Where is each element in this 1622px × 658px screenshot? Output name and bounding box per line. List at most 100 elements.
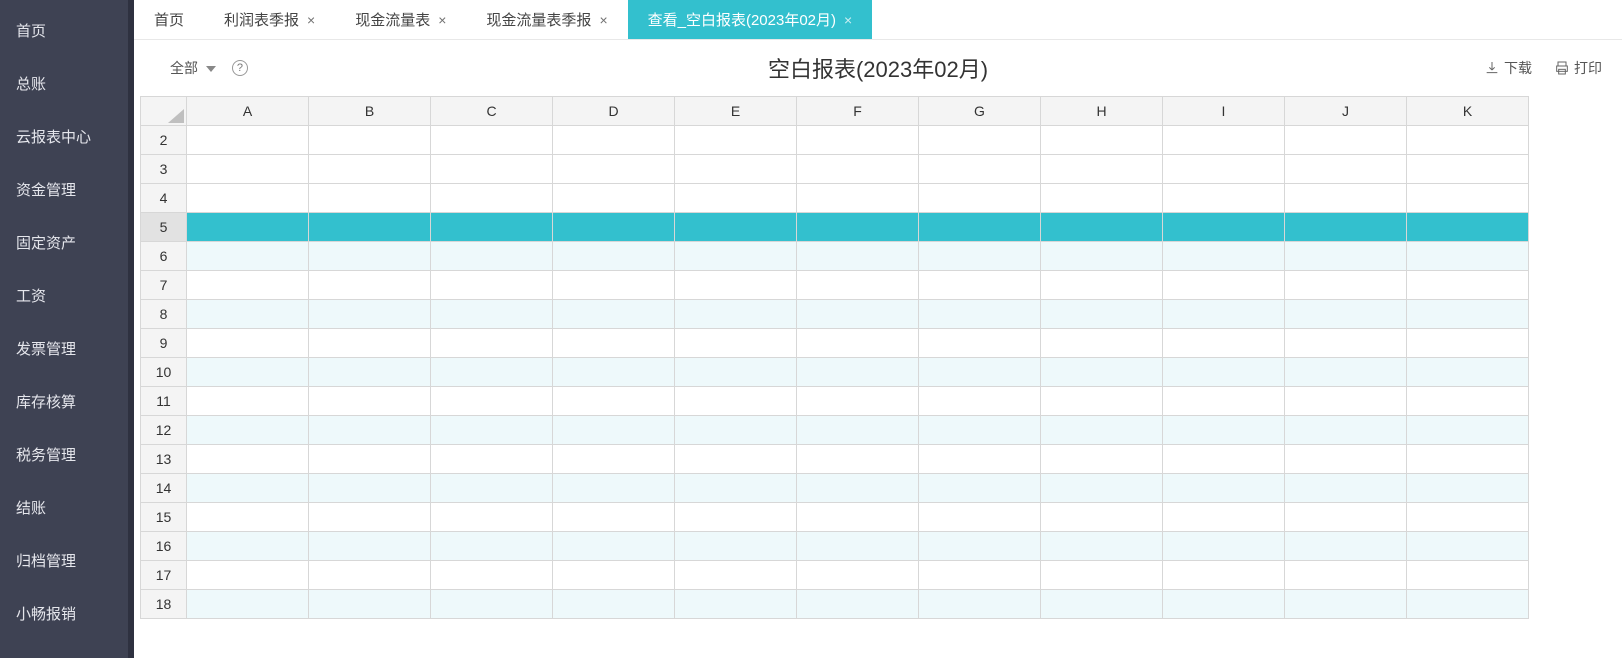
cell[interactable] bbox=[919, 532, 1041, 561]
row-header[interactable]: 17 bbox=[141, 561, 187, 590]
row-header[interactable]: 4 bbox=[141, 184, 187, 213]
cell[interactable] bbox=[309, 358, 431, 387]
cell[interactable] bbox=[309, 184, 431, 213]
cell[interactable] bbox=[431, 416, 553, 445]
cell[interactable] bbox=[187, 126, 309, 155]
cell[interactable] bbox=[309, 329, 431, 358]
cell[interactable] bbox=[797, 242, 919, 271]
cell[interactable] bbox=[1407, 503, 1529, 532]
column-header[interactable]: C bbox=[431, 97, 553, 126]
cell[interactable] bbox=[1285, 590, 1407, 619]
cell[interactable] bbox=[187, 474, 309, 503]
cell[interactable] bbox=[187, 242, 309, 271]
cell[interactable] bbox=[431, 590, 553, 619]
cell[interactable] bbox=[797, 213, 919, 242]
cell[interactable] bbox=[675, 358, 797, 387]
cell[interactable] bbox=[797, 387, 919, 416]
cell[interactable] bbox=[1163, 590, 1285, 619]
row-header[interactable]: 12 bbox=[141, 416, 187, 445]
row-header[interactable]: 9 bbox=[141, 329, 187, 358]
cell[interactable] bbox=[1407, 126, 1529, 155]
cell[interactable] bbox=[919, 213, 1041, 242]
cell[interactable] bbox=[675, 242, 797, 271]
cell[interactable] bbox=[553, 532, 675, 561]
cell[interactable] bbox=[431, 474, 553, 503]
cell[interactable] bbox=[431, 561, 553, 590]
cell[interactable] bbox=[1163, 184, 1285, 213]
sheet-corner[interactable] bbox=[141, 97, 187, 126]
cell[interactable] bbox=[675, 329, 797, 358]
cell[interactable] bbox=[1285, 358, 1407, 387]
cell[interactable] bbox=[431, 184, 553, 213]
cell[interactable] bbox=[919, 416, 1041, 445]
cell[interactable] bbox=[187, 155, 309, 184]
cell[interactable] bbox=[309, 271, 431, 300]
cell[interactable] bbox=[1163, 474, 1285, 503]
cell[interactable] bbox=[919, 387, 1041, 416]
cell[interactable] bbox=[553, 387, 675, 416]
tab-cashflow[interactable]: 现金流量表 × bbox=[335, 0, 466, 39]
cell[interactable] bbox=[1285, 155, 1407, 184]
cell[interactable] bbox=[1041, 329, 1163, 358]
cell[interactable] bbox=[1163, 532, 1285, 561]
cell[interactable] bbox=[919, 474, 1041, 503]
cell[interactable] bbox=[675, 300, 797, 329]
tab-profit-quarterly[interactable]: 利润表季报 × bbox=[204, 0, 335, 39]
cell[interactable] bbox=[919, 561, 1041, 590]
cell[interactable] bbox=[431, 271, 553, 300]
row-header[interactable]: 14 bbox=[141, 474, 187, 503]
cell[interactable] bbox=[919, 445, 1041, 474]
cell[interactable] bbox=[309, 532, 431, 561]
close-icon[interactable]: × bbox=[307, 12, 315, 28]
cell[interactable] bbox=[797, 184, 919, 213]
cell[interactable] bbox=[1041, 416, 1163, 445]
cell[interactable] bbox=[797, 445, 919, 474]
cell[interactable] bbox=[1407, 271, 1529, 300]
cell[interactable] bbox=[1163, 300, 1285, 329]
cell[interactable] bbox=[187, 329, 309, 358]
cell[interactable] bbox=[187, 271, 309, 300]
tab-cashflow-quarterly[interactable]: 现金流量表季报 × bbox=[466, 0, 627, 39]
cell[interactable] bbox=[797, 474, 919, 503]
cell[interactable] bbox=[1285, 126, 1407, 155]
cell[interactable] bbox=[675, 503, 797, 532]
cell[interactable] bbox=[553, 503, 675, 532]
cell[interactable] bbox=[1163, 503, 1285, 532]
cell[interactable] bbox=[309, 387, 431, 416]
cell[interactable] bbox=[1407, 184, 1529, 213]
column-header[interactable]: K bbox=[1407, 97, 1529, 126]
cell[interactable] bbox=[797, 271, 919, 300]
sidebar-item-closing[interactable]: 结账 bbox=[0, 481, 128, 534]
cell[interactable] bbox=[187, 416, 309, 445]
cell[interactable] bbox=[187, 590, 309, 619]
cell[interactable] bbox=[797, 503, 919, 532]
cell[interactable] bbox=[1163, 329, 1285, 358]
sidebar-item-fixed-assets[interactable]: 固定资产 bbox=[0, 216, 128, 269]
cell[interactable] bbox=[431, 155, 553, 184]
cell[interactable] bbox=[797, 416, 919, 445]
cell[interactable] bbox=[553, 329, 675, 358]
cell[interactable] bbox=[1285, 445, 1407, 474]
cell[interactable] bbox=[553, 184, 675, 213]
cell[interactable] bbox=[1285, 213, 1407, 242]
cell[interactable] bbox=[187, 503, 309, 532]
cell[interactable] bbox=[431, 300, 553, 329]
cell[interactable] bbox=[675, 184, 797, 213]
column-header[interactable]: J bbox=[1285, 97, 1407, 126]
cell[interactable] bbox=[1163, 242, 1285, 271]
cell[interactable] bbox=[919, 242, 1041, 271]
cell[interactable] bbox=[553, 213, 675, 242]
sidebar-item-tax[interactable]: 税务管理 bbox=[0, 428, 128, 481]
cell[interactable] bbox=[187, 358, 309, 387]
cell[interactable] bbox=[1041, 155, 1163, 184]
cell[interactable] bbox=[187, 561, 309, 590]
cell[interactable] bbox=[919, 155, 1041, 184]
tab-home[interactable]: 首页 bbox=[134, 0, 204, 39]
column-header[interactable]: G bbox=[919, 97, 1041, 126]
cell[interactable] bbox=[1041, 532, 1163, 561]
cell[interactable] bbox=[1285, 561, 1407, 590]
cell[interactable] bbox=[187, 300, 309, 329]
row-header[interactable]: 18 bbox=[141, 590, 187, 619]
cell[interactable] bbox=[1407, 358, 1529, 387]
cell[interactable] bbox=[187, 445, 309, 474]
